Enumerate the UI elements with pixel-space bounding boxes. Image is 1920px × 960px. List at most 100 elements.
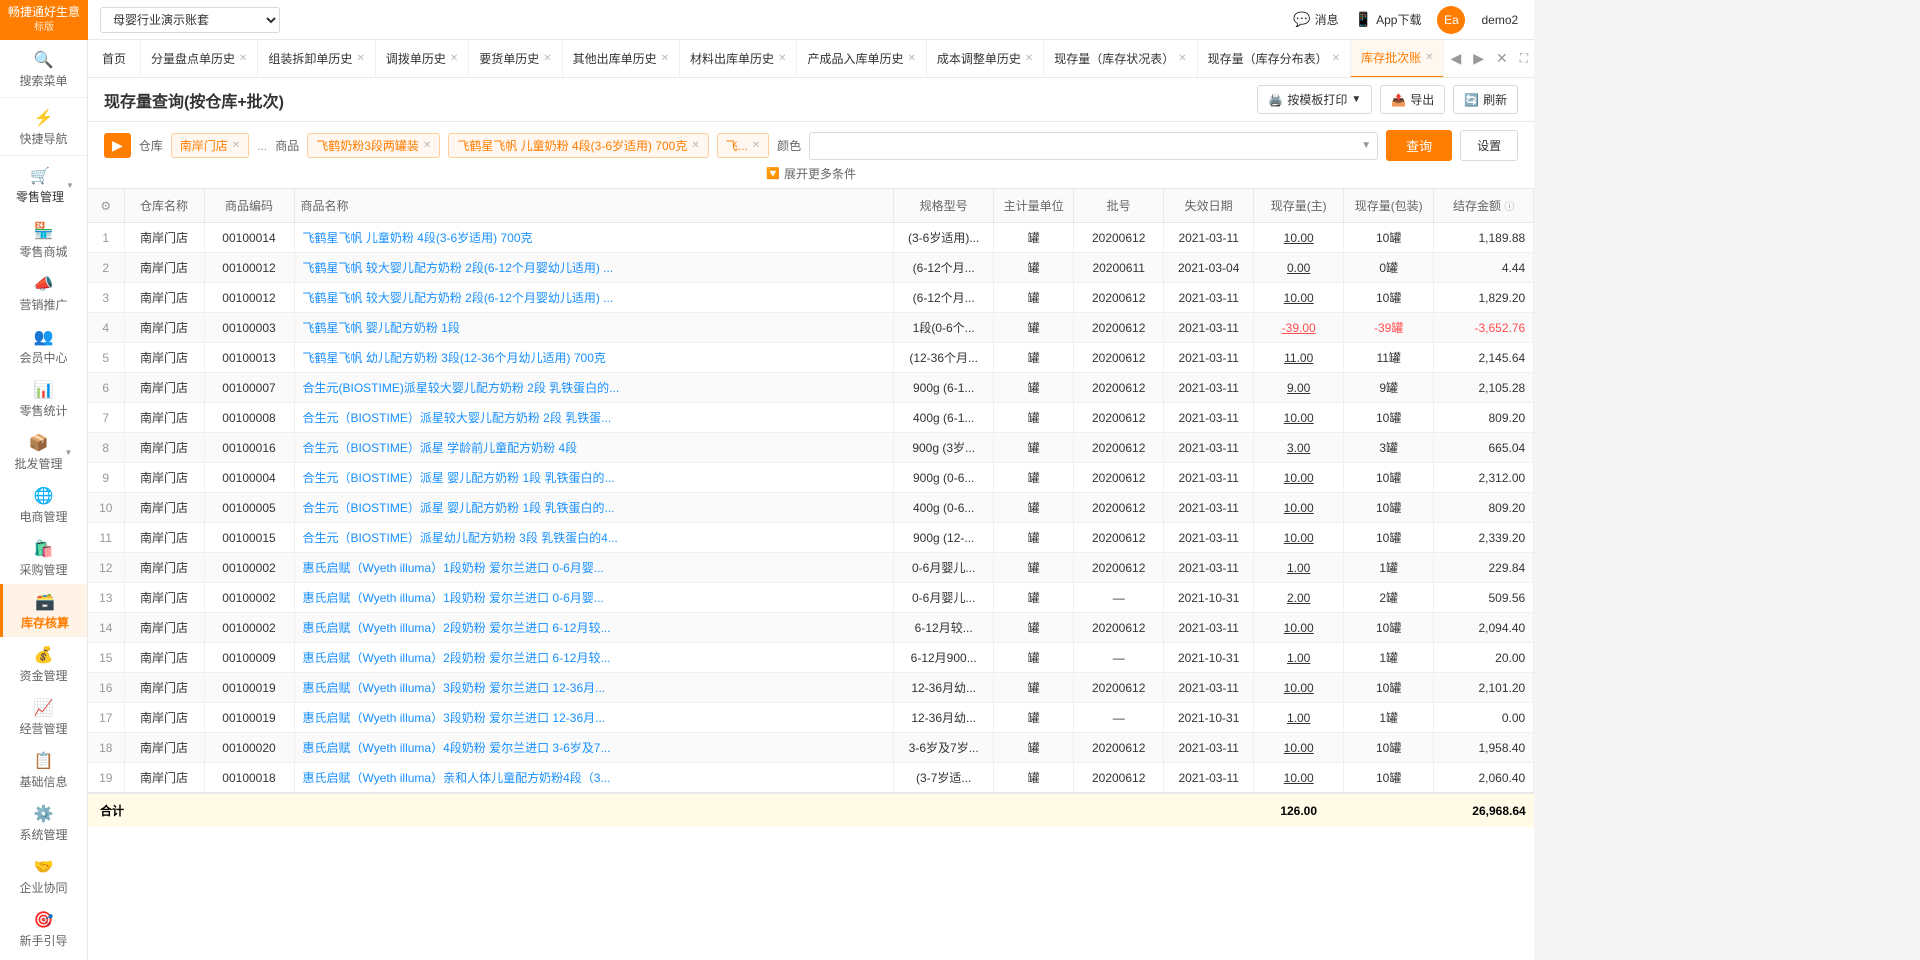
- sidebar-item-finance[interactable]: 💰 资金管理: [0, 637, 87, 690]
- settings-btn[interactable]: 设置: [1460, 130, 1518, 161]
- settings-icon[interactable]: ⚙: [100, 199, 111, 213]
- cell-name[interactable]: 惠氏启赋（Wyeth illuma）4段奶粉 爱尔兰进口 3-6岁及7...: [294, 733, 894, 763]
- cell-stock-main[interactable]: 1.00: [1254, 643, 1344, 673]
- sidebar-item-operations[interactable]: 📈 经营管理: [0, 690, 87, 743]
- cell-name[interactable]: 飞鹤星飞帆 较大婴儿配方奶粉 2段(6-12个月婴幼儿适用) ...: [294, 253, 894, 283]
- tab-disassemble[interactable]: 组装拆卸单历史 ✕: [258, 40, 375, 78]
- cell-name[interactable]: 惠氏启赋（Wyeth illuma）2段奶粉 爱尔兰进口 6-12月较...: [294, 643, 894, 673]
- cell-name[interactable]: 惠氏启赋（Wyeth illuma）1段奶粉 爱尔兰进口 0-6月婴...: [294, 553, 894, 583]
- product-more-remove[interactable]: ✕: [752, 140, 760, 151]
- cell-name[interactable]: 合生元（BIOSTIME）派星 学龄前儿童配方奶粉 4段: [294, 433, 894, 463]
- avatar[interactable]: Ea: [1437, 6, 1465, 34]
- sidebar-item-system[interactable]: ⚙️ 系统管理: [0, 796, 87, 849]
- filter-expand-btn[interactable]: ▶: [104, 133, 131, 158]
- template-print-btn[interactable]: 🖨️ 按模板打印 ▼: [1257, 85, 1372, 114]
- sidebar-item-wholesale[interactable]: 📦 批发管理 ▼: [0, 425, 87, 478]
- sidebar-item-member[interactable]: 👥 会员中心: [0, 319, 87, 372]
- warehouse-tag-remove[interactable]: ✕: [232, 140, 240, 151]
- cell-stock-main[interactable]: 10.00: [1254, 733, 1344, 763]
- refresh-btn[interactable]: 🔄 刷新: [1453, 85, 1518, 114]
- tab-maximize-btn[interactable]: ⛶: [1514, 51, 1534, 66]
- sidebar-item-marketing[interactable]: 📣 营销推广: [0, 266, 87, 319]
- cell-stock-main[interactable]: 10.00: [1254, 283, 1344, 313]
- tab-close-5[interactable]: ✕: [661, 53, 669, 64]
- sidebar-item-retail-mall[interactable]: 🏪 零售商城: [0, 213, 87, 266]
- tab-close-6[interactable]: ✕: [778, 53, 786, 64]
- cell-stock-main[interactable]: 10.00: [1254, 223, 1344, 253]
- product-more-tag[interactable]: 飞... ✕: [717, 133, 769, 158]
- sidebar-item-app[interactable]: 📱 应用中心: [0, 955, 87, 960]
- tab-cost-adjust[interactable]: 成本调整单历史 ✕: [927, 40, 1044, 78]
- cell-stock-main[interactable]: 1.00: [1254, 703, 1344, 733]
- cell-stock-main[interactable]: 10.00: [1254, 403, 1344, 433]
- sidebar-item-warehouse[interactable]: 🗃️ 库存核算: [0, 584, 87, 637]
- tab-close-7[interactable]: ✕: [907, 53, 915, 64]
- tab-batch-ledger[interactable]: 库存批次账 ✕: [1351, 40, 1444, 78]
- tab-close-btn[interactable]: ✕: [1490, 50, 1514, 67]
- sidebar-item-search[interactable]: 🔍 搜索菜单: [0, 40, 87, 98]
- tab-prev-btn[interactable]: ◀: [1444, 50, 1467, 67]
- product-tag-2-remove[interactable]: ✕: [691, 140, 699, 151]
- cell-stock-main[interactable]: 10.00: [1254, 673, 1344, 703]
- col-settings[interactable]: ⚙: [88, 189, 124, 223]
- tab-close-2[interactable]: ✕: [356, 53, 364, 64]
- tab-product-in[interactable]: 产成品入库单历史 ✕: [797, 40, 926, 78]
- sidebar-item-retail[interactable]: 🛒 零售管理 ▼: [0, 156, 87, 213]
- cell-stock-main[interactable]: 2.00: [1254, 583, 1344, 613]
- cell-stock-main[interactable]: 10.00: [1254, 523, 1344, 553]
- cell-name[interactable]: 合生元(BIOSTIME)派星较大婴儿配方奶粉 2段 乳铁蛋白的...: [294, 373, 894, 403]
- product-tag-1[interactable]: 飞鹤奶粉3段两罐装 ✕: [307, 133, 440, 158]
- cell-name[interactable]: 惠氏启赋（Wyeth illuma）1段奶粉 爱尔兰进口 0-6月婴...: [294, 583, 894, 613]
- tab-next-btn[interactable]: ▶: [1467, 50, 1490, 67]
- tab-close-4[interactable]: ✕: [543, 53, 551, 64]
- sidebar-item-guide[interactable]: 🎯 新手引导: [0, 902, 87, 955]
- tab-close-1[interactable]: ✕: [239, 53, 247, 64]
- cell-name[interactable]: 合生元（BIOSTIME）派星 婴儿配方奶粉 1段 乳铁蛋白的...: [294, 493, 894, 523]
- cell-stock-main[interactable]: 10.00: [1254, 493, 1344, 523]
- tab-query[interactable]: 调拨单历史 ✕: [376, 40, 469, 78]
- message-btn[interactable]: 💬 消息: [1293, 11, 1338, 28]
- tab-close-11[interactable]: ✕: [1425, 52, 1433, 63]
- tab-other-out[interactable]: 其他出库单历史 ✕: [563, 40, 680, 78]
- tab-inventory-split[interactable]: 分量盘点单历史 ✕: [141, 40, 258, 78]
- tab-close-3[interactable]: ✕: [450, 53, 458, 64]
- query-btn[interactable]: 查询: [1386, 130, 1452, 161]
- sidebar-item-purchase[interactable]: 🛍️ 采购管理: [0, 531, 87, 584]
- export-btn[interactable]: 📤 导出: [1380, 85, 1445, 114]
- cell-stock-main[interactable]: 10.00: [1254, 613, 1344, 643]
- product-tag-2[interactable]: 飞鹤星飞帆 儿童奶粉 4段(3-6岁适用) 700克 ✕: [448, 133, 708, 158]
- cell-stock-main[interactable]: 1.00: [1254, 553, 1344, 583]
- cell-stock-main[interactable]: 10.00: [1254, 463, 1344, 493]
- expand-more-btn[interactable]: 🔽 展开更多条件: [766, 165, 856, 182]
- cell-name[interactable]: 合生元（BIOSTIME）派星 婴儿配方奶粉 1段 乳铁蛋白的...: [294, 463, 894, 493]
- product-tag-1-remove[interactable]: ✕: [423, 140, 431, 151]
- sidebar-item-enterprise[interactable]: 🤝 企业协同: [0, 849, 87, 902]
- warehouse-tag[interactable]: 南岸门店 ✕: [171, 133, 249, 158]
- cell-name[interactable]: 惠氏启赋（Wyeth illuma）2段奶粉 爱尔兰进口 6-12月较...: [294, 613, 894, 643]
- tab-close-10[interactable]: ✕: [1332, 53, 1340, 64]
- balance-info-icon[interactable]: ⓘ: [1504, 202, 1514, 213]
- tab-stock-status[interactable]: 现存量（库存状况表） ✕: [1044, 40, 1197, 78]
- cell-name[interactable]: 合生元（BIOSTIME）派星较大婴儿配方奶粉 2段 乳铁蛋...: [294, 403, 894, 433]
- tab-material-out[interactable]: 材料出库单历史 ✕: [680, 40, 797, 78]
- cell-name[interactable]: 飞鹤星飞帆 婴儿配方奶粉 1段: [294, 313, 894, 343]
- cell-stock-main[interactable]: 9.00: [1254, 373, 1344, 403]
- color-dropdown[interactable]: ▼: [809, 132, 1378, 160]
- cell-stock-main[interactable]: 10.00: [1254, 763, 1344, 794]
- cell-name[interactable]: 飞鹤星飞帆 较大婴儿配方奶粉 2段(6-12个月婴幼儿适用) ...: [294, 283, 894, 313]
- breadcrumb-select[interactable]: 母婴行业演示账套: [100, 7, 280, 33]
- sidebar-item-retail-stats[interactable]: 📊 零售统计: [0, 372, 87, 425]
- download-btn[interactable]: 📱 App下载: [1355, 11, 1422, 28]
- cell-stock-main[interactable]: 3.00: [1254, 433, 1344, 463]
- cell-name[interactable]: 惠氏启赋（Wyeth illuma）3段奶粉 爱尔兰进口 12-36月...: [294, 703, 894, 733]
- tab-close-8[interactable]: ✕: [1025, 53, 1033, 64]
- username[interactable]: demo2: [1481, 13, 1518, 27]
- cell-name[interactable]: 惠氏启赋（Wyeth illuma）亲和人体儿童配方奶粉4段（3...: [294, 763, 894, 794]
- cell-name[interactable]: 飞鹤星飞帆 幼儿配方奶粉 3段(12-36个月幼儿适用) 700克: [294, 343, 894, 373]
- cell-name[interactable]: 飞鹤星飞帆 儿童奶粉 4段(3-6岁适用) 700克: [294, 223, 894, 253]
- sidebar-item-ecommerce[interactable]: 🌐 电商管理: [0, 478, 87, 531]
- sidebar-item-basic[interactable]: 📋 基础信息: [0, 743, 87, 796]
- tab-stock-dist[interactable]: 现存量（库存分布表） ✕: [1198, 40, 1351, 78]
- cell-stock-main[interactable]: -39.00: [1254, 313, 1344, 343]
- sidebar-item-nav[interactable]: ⚡ 快捷导航: [0, 98, 87, 156]
